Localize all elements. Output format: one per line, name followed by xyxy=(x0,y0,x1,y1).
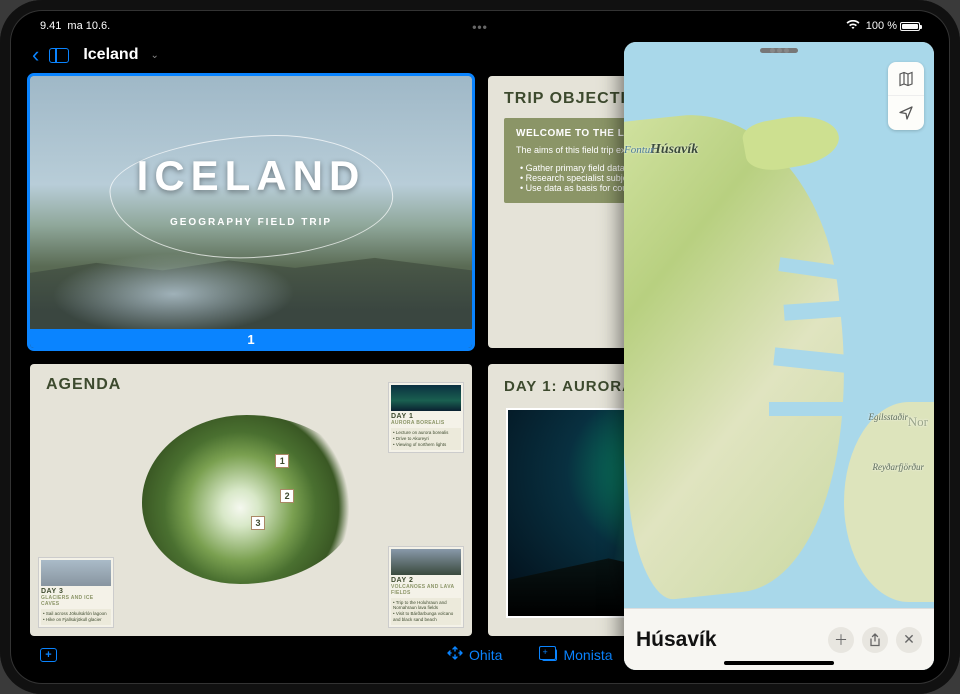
map-label-fontur: Fontur xyxy=(624,144,906,670)
map-marker-1: 1 xyxy=(275,454,289,468)
day-card-3: DAY 3 GLACIERS AND ICE CAVES Sail across… xyxy=(38,557,114,628)
day-card-1: DAY 1 AURORA BOREALIS Lecture on aurora … xyxy=(388,382,464,453)
home-indicator[interactable] xyxy=(724,661,834,665)
status-time: 9.41 xyxy=(40,20,61,32)
map-share-button[interactable] xyxy=(862,627,888,653)
back-button[interactable]: ‹ xyxy=(32,42,39,68)
iceland-map-graphic xyxy=(142,415,360,583)
screen: 9.41 ma 10.6. ••• 100 % ‹ Iceland ⌄ xyxy=(12,12,948,682)
location-button[interactable] xyxy=(888,96,924,130)
map-marker-2: 2 xyxy=(280,489,294,503)
map-close-button[interactable]: ✕ xyxy=(896,627,922,653)
map-label-nor: Nor xyxy=(908,414,928,430)
duplicate-icon xyxy=(542,649,557,661)
slide1-title: ICELAND xyxy=(30,152,472,200)
map-controls xyxy=(888,62,924,130)
map-marker-3: 3 xyxy=(251,516,265,530)
status-date: ma 10.6. xyxy=(67,20,110,32)
map-label-reydarfjordur: Reyðarfjörður xyxy=(873,462,925,472)
ipad-frame: 9.41 ma 10.6. ••• 100 % ‹ Iceland ⌄ xyxy=(0,0,960,694)
chevron-down-icon[interactable]: ⌄ xyxy=(150,50,158,61)
slide1-subtitle: GEOGRAPHY FIELD TRIP xyxy=(30,217,472,228)
slide-thumbnail-1[interactable]: ICELAND GEOGRAPHY FIELD TRIP 1 xyxy=(30,76,472,348)
day-card-2: DAY 2 VOLCANOES AND LAVA FIELDS Trip to … xyxy=(388,546,464,628)
map-label-egilsstadir: Egilsstaðir xyxy=(868,412,908,422)
sidebar-toggle-icon[interactable] xyxy=(49,48,69,63)
skip-button[interactable]: Ohita xyxy=(447,646,502,665)
slideover-maps-panel[interactable]: Húsavík Fontur Egilsstaðir Reyðarfjörður… xyxy=(624,42,934,670)
battery-indicator: 100 % xyxy=(866,20,920,32)
wifi-icon xyxy=(846,20,860,33)
skip-icon xyxy=(447,646,463,665)
map-view[interactable]: Húsavík Fontur Egilsstaðir Reyðarfjörður… xyxy=(624,42,934,670)
add-slide-icon xyxy=(40,648,57,662)
duplicate-button[interactable]: Monista xyxy=(542,647,612,663)
add-slide-button[interactable] xyxy=(40,648,57,662)
map-mode-button[interactable] xyxy=(888,62,924,96)
map-place-title: Húsavík xyxy=(636,628,717,652)
slide-thumbnail-3[interactable]: AGENDA 1 2 3 DAY 1 AURORA BOREALIS Lectu… xyxy=(30,364,472,636)
document-title[interactable]: Iceland xyxy=(83,46,138,64)
map-add-button[interactable]: ＋ xyxy=(828,627,854,653)
map-bottom-sheet[interactable]: Húsavík ＋ ✕ xyxy=(624,608,934,670)
slideover-grabber[interactable] xyxy=(760,48,798,53)
status-bar: 9.41 ma 10.6. ••• 100 % xyxy=(12,16,948,36)
multitask-dots-icon[interactable]: ••• xyxy=(472,20,488,34)
slide-number: 1 xyxy=(30,329,472,348)
